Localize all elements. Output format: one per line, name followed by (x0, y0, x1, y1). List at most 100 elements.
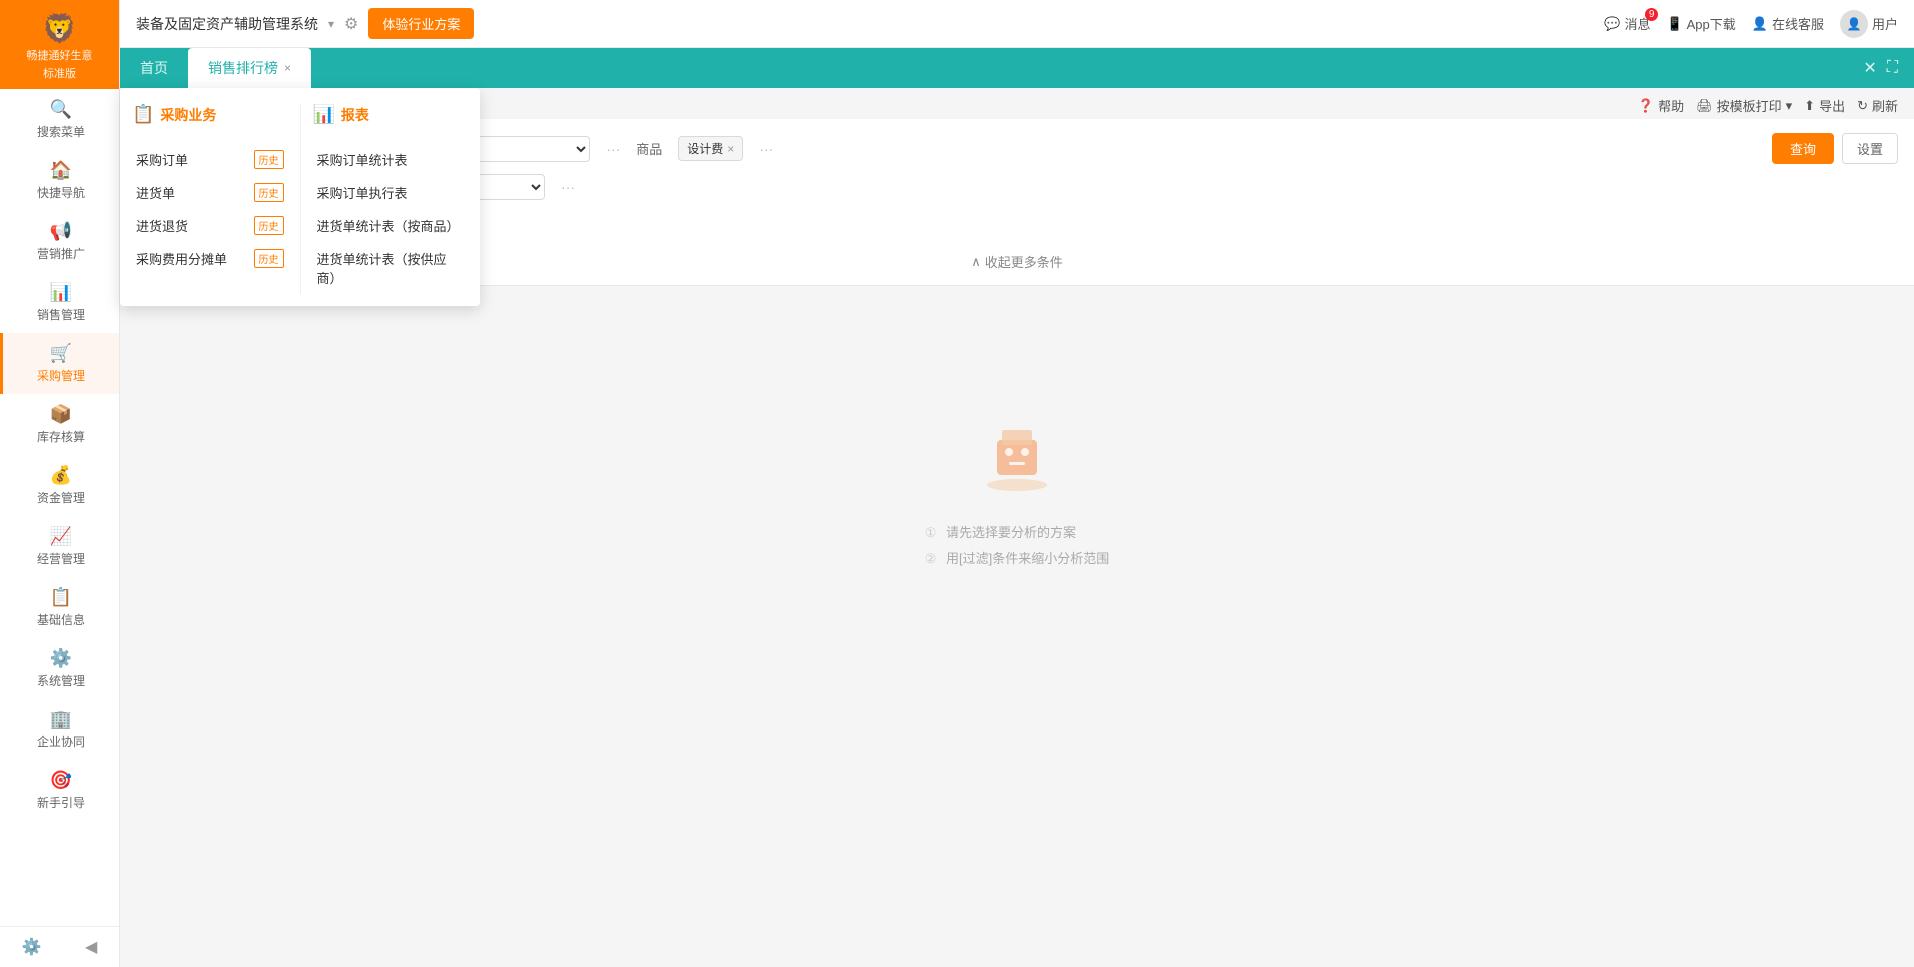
incoming-stat-goods-label: 进货单统计表（按商品） (317, 216, 460, 235)
message-button[interactable]: 💬 消息 9 (1604, 14, 1650, 33)
inventory-icon: 📦 (50, 404, 72, 425)
guide-icon: 🎯 (50, 770, 72, 791)
tab-sales-rank-label: 销售排行榜 (208, 58, 278, 78)
dropdown-col1-header: 📋 采购业务 (132, 104, 288, 131)
refresh-label: 刷新 (1872, 96, 1898, 115)
help-label: 帮助 (1658, 96, 1684, 115)
status-control (470, 136, 590, 162)
tab-home-label: 首页 (140, 58, 168, 78)
marketing-icon: 📢 (50, 221, 72, 242)
sidebar-item-guide[interactable]: 🎯 新手引导 (0, 760, 119, 821)
dropdown-item-cost[interactable]: 采购费用分摊单 历史 (132, 242, 288, 275)
basic-label: 基础信息 (37, 611, 85, 628)
app-download-button[interactable]: 📱 App下载 (1666, 14, 1735, 33)
quick-nav-label: 快捷导航 (37, 184, 85, 201)
sidebar-item-search[interactable]: 🔍 搜索菜单 (0, 89, 119, 150)
sidebar-collapse-icon[interactable]: ◀ (85, 937, 97, 957)
empty-illustration (967, 400, 1067, 500)
edition-label: 标准版 (43, 65, 76, 81)
sidebar-item-basic[interactable]: 📋 基础信息 (0, 577, 119, 638)
sidebar-item-operation[interactable]: 📈 经营管理 (0, 516, 119, 577)
order-stat-label: 采购订单统计表 (317, 150, 408, 169)
dropdown-item-incoming-stat-supplier[interactable]: 进货单统计表（按供应商） (313, 242, 469, 294)
dropdown-item-order-exec[interactable]: 采购订单执行表 (313, 176, 469, 209)
export-icon: ⬆ (1804, 98, 1815, 114)
sidebar-item-marketing[interactable]: 📢 营销推广 (0, 211, 119, 272)
message-icon: 💬 (1604, 16, 1620, 32)
tab-close-icon[interactable]: × (284, 61, 291, 75)
purchase-icon: 🛒 (50, 343, 72, 364)
goods-tag-remove[interactable]: × (727, 142, 734, 156)
help-button[interactable]: ❓ 帮助 (1638, 96, 1684, 115)
sidebar-bottom: ⚙️ ◀ (0, 926, 119, 967)
sidebar-item-enterprise[interactable]: 🏢 企业协同 (0, 699, 119, 760)
user-button[interactable]: 👤 用户 (1840, 10, 1898, 38)
print-icon: 🖨 (1696, 98, 1713, 114)
query-button[interactable]: 查询 (1772, 133, 1834, 164)
history-badge-2: 历史 (254, 216, 284, 235)
tab-close-button[interactable]: ✕ (1863, 58, 1876, 78)
report-icon: 📊 (313, 104, 335, 125)
refresh-icon: ↻ (1857, 98, 1868, 114)
tab-expand-button[interactable]: ⛶ (1887, 59, 1898, 77)
print-arrow-icon: ▾ (1786, 98, 1793, 114)
refresh-button[interactable]: ↻ 刷新 (1857, 96, 1898, 115)
dropdown-item-order-stat[interactable]: 采购订单统计表 (313, 143, 469, 176)
empty-hint-1: ① 请先选择要分析的方案 (925, 520, 1110, 546)
dropdown-col-purchase: 📋 采购业务 采购订单 历史 进货单 历史 进货退货 历史 采购费用分摊单 历史 (120, 104, 300, 294)
header-gear-icon[interactable]: ⚙ (344, 14, 358, 34)
sidebar-item-purchase[interactable]: 🛒 采购管理 (0, 333, 119, 394)
sidebar-item-inventory[interactable]: 📦 库存核算 (0, 394, 119, 455)
collapse-arrow-icon: ∧ (971, 254, 981, 270)
sidebar: 🦁 畅捷通好生意 标准版 🔍 搜索菜单 🏠 快捷导航 📢 营销推广 📊 销售管理… (0, 0, 120, 967)
finance-icon: 💰 (50, 465, 72, 486)
quick-nav-icon: 🏠 (50, 160, 72, 181)
top-header: 装备及固定资产辅助管理系统 ▾ ⚙ 体验行业方案 💬 消息 9 📱 App下载 … (120, 0, 1914, 48)
enterprise-label: 企业协同 (37, 733, 85, 750)
tab-home[interactable]: 首页 (120, 48, 188, 88)
salesman-more-icon[interactable]: ··· (561, 179, 575, 195)
sidebar-settings-icon[interactable]: ⚙️ (22, 937, 42, 957)
app-icon: 📱 (1666, 16, 1682, 32)
sidebar-item-sales[interactable]: 📊 销售管理 (0, 272, 119, 333)
cost-label: 采购费用分摊单 (136, 249, 227, 268)
tab-sales-rank[interactable]: 销售排行榜 × (188, 48, 311, 88)
status-select[interactable] (470, 136, 590, 162)
sidebar-item-system[interactable]: ⚙️ 系统管理 (0, 638, 119, 699)
tab-bar-actions: ✕ ⛶ (1863, 58, 1914, 78)
incoming-stat-supplier-label: 进货单统计表（按供应商） (317, 249, 465, 287)
dropdown-col-report: 📊 报表 采购订单统计表 采购订单执行表 进货单统计表（按商品） 进货单统计表（… (300, 104, 481, 294)
export-button[interactable]: ⬆ 导出 (1804, 96, 1845, 115)
header-right: 💬 消息 9 📱 App下载 👤 在线客服 👤 用户 (1604, 10, 1898, 38)
dropdown-arrow-icon[interactable]: ▾ (328, 17, 334, 31)
online-service-button[interactable]: 👤 在线客服 (1752, 14, 1824, 33)
dropdown-item-incoming-stat-goods[interactable]: 进货单统计表（按商品） (313, 209, 469, 242)
logo-icon: 🦁 (42, 12, 77, 45)
message-badge: 9 (1645, 8, 1659, 21)
dropdown-item-return[interactable]: 进货退货 历史 (132, 209, 288, 242)
help-icon: ❓ (1638, 98, 1654, 114)
history-badge-3: 历史 (254, 249, 284, 268)
print-button[interactable]: 🖨 按模板打印 ▾ (1696, 96, 1792, 115)
filter-actions: 查询 设置 (1772, 133, 1898, 164)
sidebar-item-finance[interactable]: 💰 资金管理 (0, 455, 119, 516)
collapse-label: 收起更多条件 (985, 252, 1063, 271)
sidebar-item-quick-nav[interactable]: 🏠 快捷导航 (0, 150, 119, 211)
avatar-icon: 👤 (1847, 17, 1862, 31)
operation-label: 经营管理 (37, 550, 85, 567)
avatar: 👤 (1840, 10, 1868, 38)
user-label: 用户 (1872, 14, 1898, 33)
search-label: 搜索菜单 (37, 123, 85, 140)
empty-tips: ① 请先选择要分析的方案 ② 用[过滤]条件来缩小分析范围 (925, 520, 1110, 572)
industry-button[interactable]: 体验行业方案 (368, 8, 474, 39)
dropdown-item-incoming[interactable]: 进货单 历史 (132, 176, 288, 209)
status-more-icon[interactable]: ··· (606, 141, 620, 157)
goods-more-icon[interactable]: ··· (759, 141, 773, 157)
setting-button[interactable]: 设置 (1842, 133, 1898, 164)
marketing-label: 营销推广 (37, 245, 85, 262)
dropdown-item-purchase-order[interactable]: 采购订单 历史 (132, 143, 288, 176)
return-label: 进货退货 (136, 216, 188, 235)
goods-label: 商品 (636, 139, 662, 158)
history-badge-1: 历史 (254, 183, 284, 202)
guide-label: 新手引导 (37, 794, 85, 811)
